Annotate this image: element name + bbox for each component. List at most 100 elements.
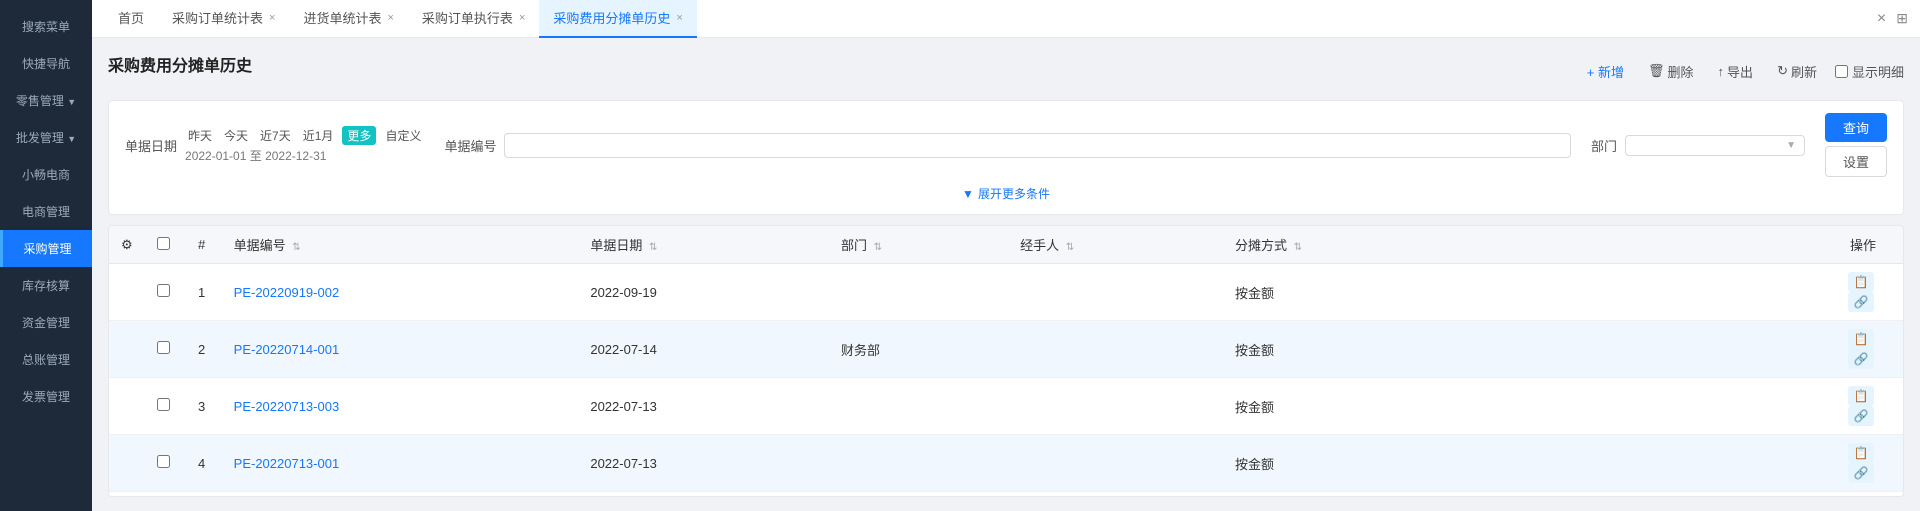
sidebar-item-wholesale[interactable]: 批发管理 ▼ (0, 119, 92, 156)
view-icon-3: 📋 (1854, 446, 1869, 460)
handler-col-header[interactable]: 经手人 ⇅ (1008, 226, 1223, 264)
shortcut-yesterday[interactable]: 昨天 (185, 126, 215, 145)
row-check-0[interactable] (145, 264, 182, 321)
order-no-input[interactable] (504, 133, 1571, 158)
shortcut-more[interactable]: 更多 (342, 126, 376, 145)
tab-bar-actions: × ⊞ (1877, 10, 1908, 28)
sidebar-item-ecommerce[interactable]: 电商管理 (0, 193, 92, 230)
export-button[interactable]: ↑ 导出 (1712, 59, 1760, 84)
row-op2-btn-0[interactable]: 🔗 (1848, 292, 1875, 312)
row-checkbox-1[interactable] (157, 341, 170, 354)
sidebar-item-accounting[interactable]: 总账管理 (0, 341, 92, 378)
row-op2-btn-3[interactable]: 🔗 (1848, 463, 1875, 483)
tab-close-incoming-stats[interactable]: × (387, 12, 393, 24)
sidebar-item-inventory[interactable]: 库存核算 (0, 267, 92, 304)
expand-label: 展开更多条件 (978, 185, 1050, 202)
add-button[interactable]: + 新增 (1581, 59, 1630, 84)
sidebar-item-shortcut[interactable]: 快捷导航 (0, 45, 92, 82)
table-row: 1 PE-20220919-002 2022-09-19 按金额 📋 🔗 (109, 264, 1903, 321)
sidebar-item-invoice[interactable]: 发票管理 (0, 378, 92, 415)
tab-close-purchase-order-exec[interactable]: × (519, 12, 525, 24)
setting-button[interactable]: 设置 (1825, 146, 1887, 177)
refresh-button[interactable]: ↻ 刷新 (1771, 59, 1823, 84)
select-all-checkbox[interactable] (157, 237, 170, 250)
row-op1-btn-1[interactable]: 📋 (1848, 329, 1875, 349)
split-method-col-header[interactable]: 分摊方式 ⇅ (1223, 226, 1823, 264)
row-dept-0 (829, 264, 1008, 321)
sidebar-label-inventory: 库存核算 (22, 277, 70, 294)
sidebar-item-finance[interactable]: 资金管理 (0, 304, 92, 341)
row-op2-btn-1[interactable]: 🔗 (1848, 349, 1875, 369)
row-checkbox-3[interactable] (157, 455, 170, 468)
row-handler-0 (1008, 264, 1223, 321)
sidebar-item-wechat[interactable]: 小畅电商 (0, 156, 92, 193)
shortcut-custom[interactable]: 自定义 (382, 126, 424, 145)
tab-purchase-order-stats[interactable]: 采购订单统计表 × (158, 0, 289, 38)
sidebar-item-purchase[interactable]: 采购管理 (0, 230, 92, 267)
row-check-2[interactable] (145, 378, 182, 435)
shortcut-today[interactable]: 今天 (221, 126, 251, 145)
tab-purchase-cost-split[interactable]: 采购费用分摊单历史× (539, 0, 696, 38)
sidebar-label-ecommerce: 电商管理 (22, 203, 70, 220)
row-order-no-1[interactable]: PE-20220714-001 (222, 321, 579, 378)
tab-close-purchase-cost-split[interactable]: × (676, 12, 682, 24)
query-button[interactable]: 查询 (1825, 113, 1887, 142)
num-col-header: # (182, 226, 222, 264)
expand-filter-button[interactable]: ▼ 展开更多条件 (125, 185, 1887, 202)
row-checkbox-0[interactable] (157, 284, 170, 297)
row-actions-1: 📋 🔗 (1823, 321, 1903, 378)
table-header: ⚙ # 单据编号 ⇅ 单据日期 ⇅ 部门 ⇅ (109, 226, 1903, 264)
row-op1-btn-3[interactable]: 📋 (1848, 443, 1875, 463)
table-row: 2 PE-20220714-001 2022-07-14 财务部 按金额 📋 🔗 (109, 321, 1903, 378)
dept-select[interactable]: ▼ (1625, 135, 1805, 156)
tab-close-purchase-order-stats[interactable]: × (269, 12, 275, 24)
sidebar-label-retail: 零售管理 ▼ (16, 92, 76, 109)
sidebar-label-invoice: 发票管理 (22, 388, 70, 405)
sidebar-item-search[interactable]: 搜索菜单 (0, 8, 92, 45)
sidebar-label-accounting: 总账管理 (22, 351, 70, 368)
dept-col-header[interactable]: 部门 ⇅ (829, 226, 1008, 264)
order-no-link-0[interactable]: PE-20220919-002 (234, 285, 340, 300)
order-no-link-1[interactable]: PE-20220714-001 (234, 342, 340, 357)
order-no-col-header[interactable]: 单据编号 ⇅ (222, 226, 579, 264)
row-check-3[interactable] (145, 435, 182, 492)
shortcut-1month[interactable]: 近1月 (300, 126, 337, 145)
handler-sort-icon: ⇅ (1066, 242, 1074, 253)
show-columns-checkbox[interactable] (1835, 65, 1848, 78)
date-col-header[interactable]: 单据日期 ⇅ (578, 226, 829, 264)
row-op2-btn-2[interactable]: 🔗 (1848, 406, 1875, 426)
gear-col-header[interactable]: ⚙ (109, 226, 145, 264)
row-gear-1 (109, 321, 145, 378)
sidebar-label-search: 搜索菜单 (22, 18, 70, 35)
row-order-no-3[interactable]: PE-20220713-001 (222, 435, 579, 492)
tab-home[interactable]: 首页 (104, 0, 158, 38)
tab-incoming-stats[interactable]: 进货单统计表 × (289, 0, 407, 38)
check-col-header[interactable] (145, 226, 182, 264)
row-op1-btn-0[interactable]: 📋 (1848, 272, 1875, 292)
export-icon: ↑ (1718, 64, 1725, 79)
row-checkbox-2[interactable] (157, 398, 170, 411)
data-table-container: ⚙ # 单据编号 ⇅ 单据日期 ⇅ 部门 ⇅ (108, 225, 1904, 497)
show-columns-toggle[interactable]: 显示明细 (1835, 62, 1904, 81)
row-check-1[interactable] (145, 321, 182, 378)
sidebar-item-retail[interactable]: 零售管理 ▼ (0, 82, 92, 119)
order-no-link-3[interactable]: PE-20220713-001 (234, 456, 340, 471)
delete-button[interactable]: 🗑 删除 (1642, 59, 1700, 84)
tab-label-purchase-order-stats: 采购订单统计表 (172, 8, 263, 27)
date-shortcuts: 昨天 今天 近7天 近1月 更多 自定义 2022-01-01 至 2022-1… (185, 126, 424, 164)
link-icon-2: 🔗 (1854, 409, 1869, 423)
tab-label-incoming-stats: 进货单统计表 (303, 8, 381, 27)
row-split-method-3: 按金额 (1223, 435, 1823, 492)
shortcut-7days[interactable]: 近7天 (257, 126, 294, 145)
fullscreen-icon[interactable]: ⊞ (1896, 10, 1908, 27)
order-no-link-2[interactable]: PE-20220713-003 (234, 399, 340, 414)
row-order-no-0[interactable]: PE-20220919-002 (222, 264, 579, 321)
sidebar: 搜索菜单快捷导航零售管理 ▼ 批发管理 ▼小畅电商电商管理采购管理库存核算资金管理… (0, 0, 92, 511)
date-range-display: 2022-01-01 至 2022-12-31 (185, 147, 424, 164)
row-gear-2 (109, 378, 145, 435)
tab-purchase-order-exec[interactable]: 采购订单执行表× (408, 0, 539, 38)
row-op1-btn-2[interactable]: 📋 (1848, 386, 1875, 406)
close-icon[interactable]: × (1877, 10, 1886, 28)
refresh-icon: ↻ (1777, 63, 1788, 79)
row-order-no-2[interactable]: PE-20220713-003 (222, 378, 579, 435)
